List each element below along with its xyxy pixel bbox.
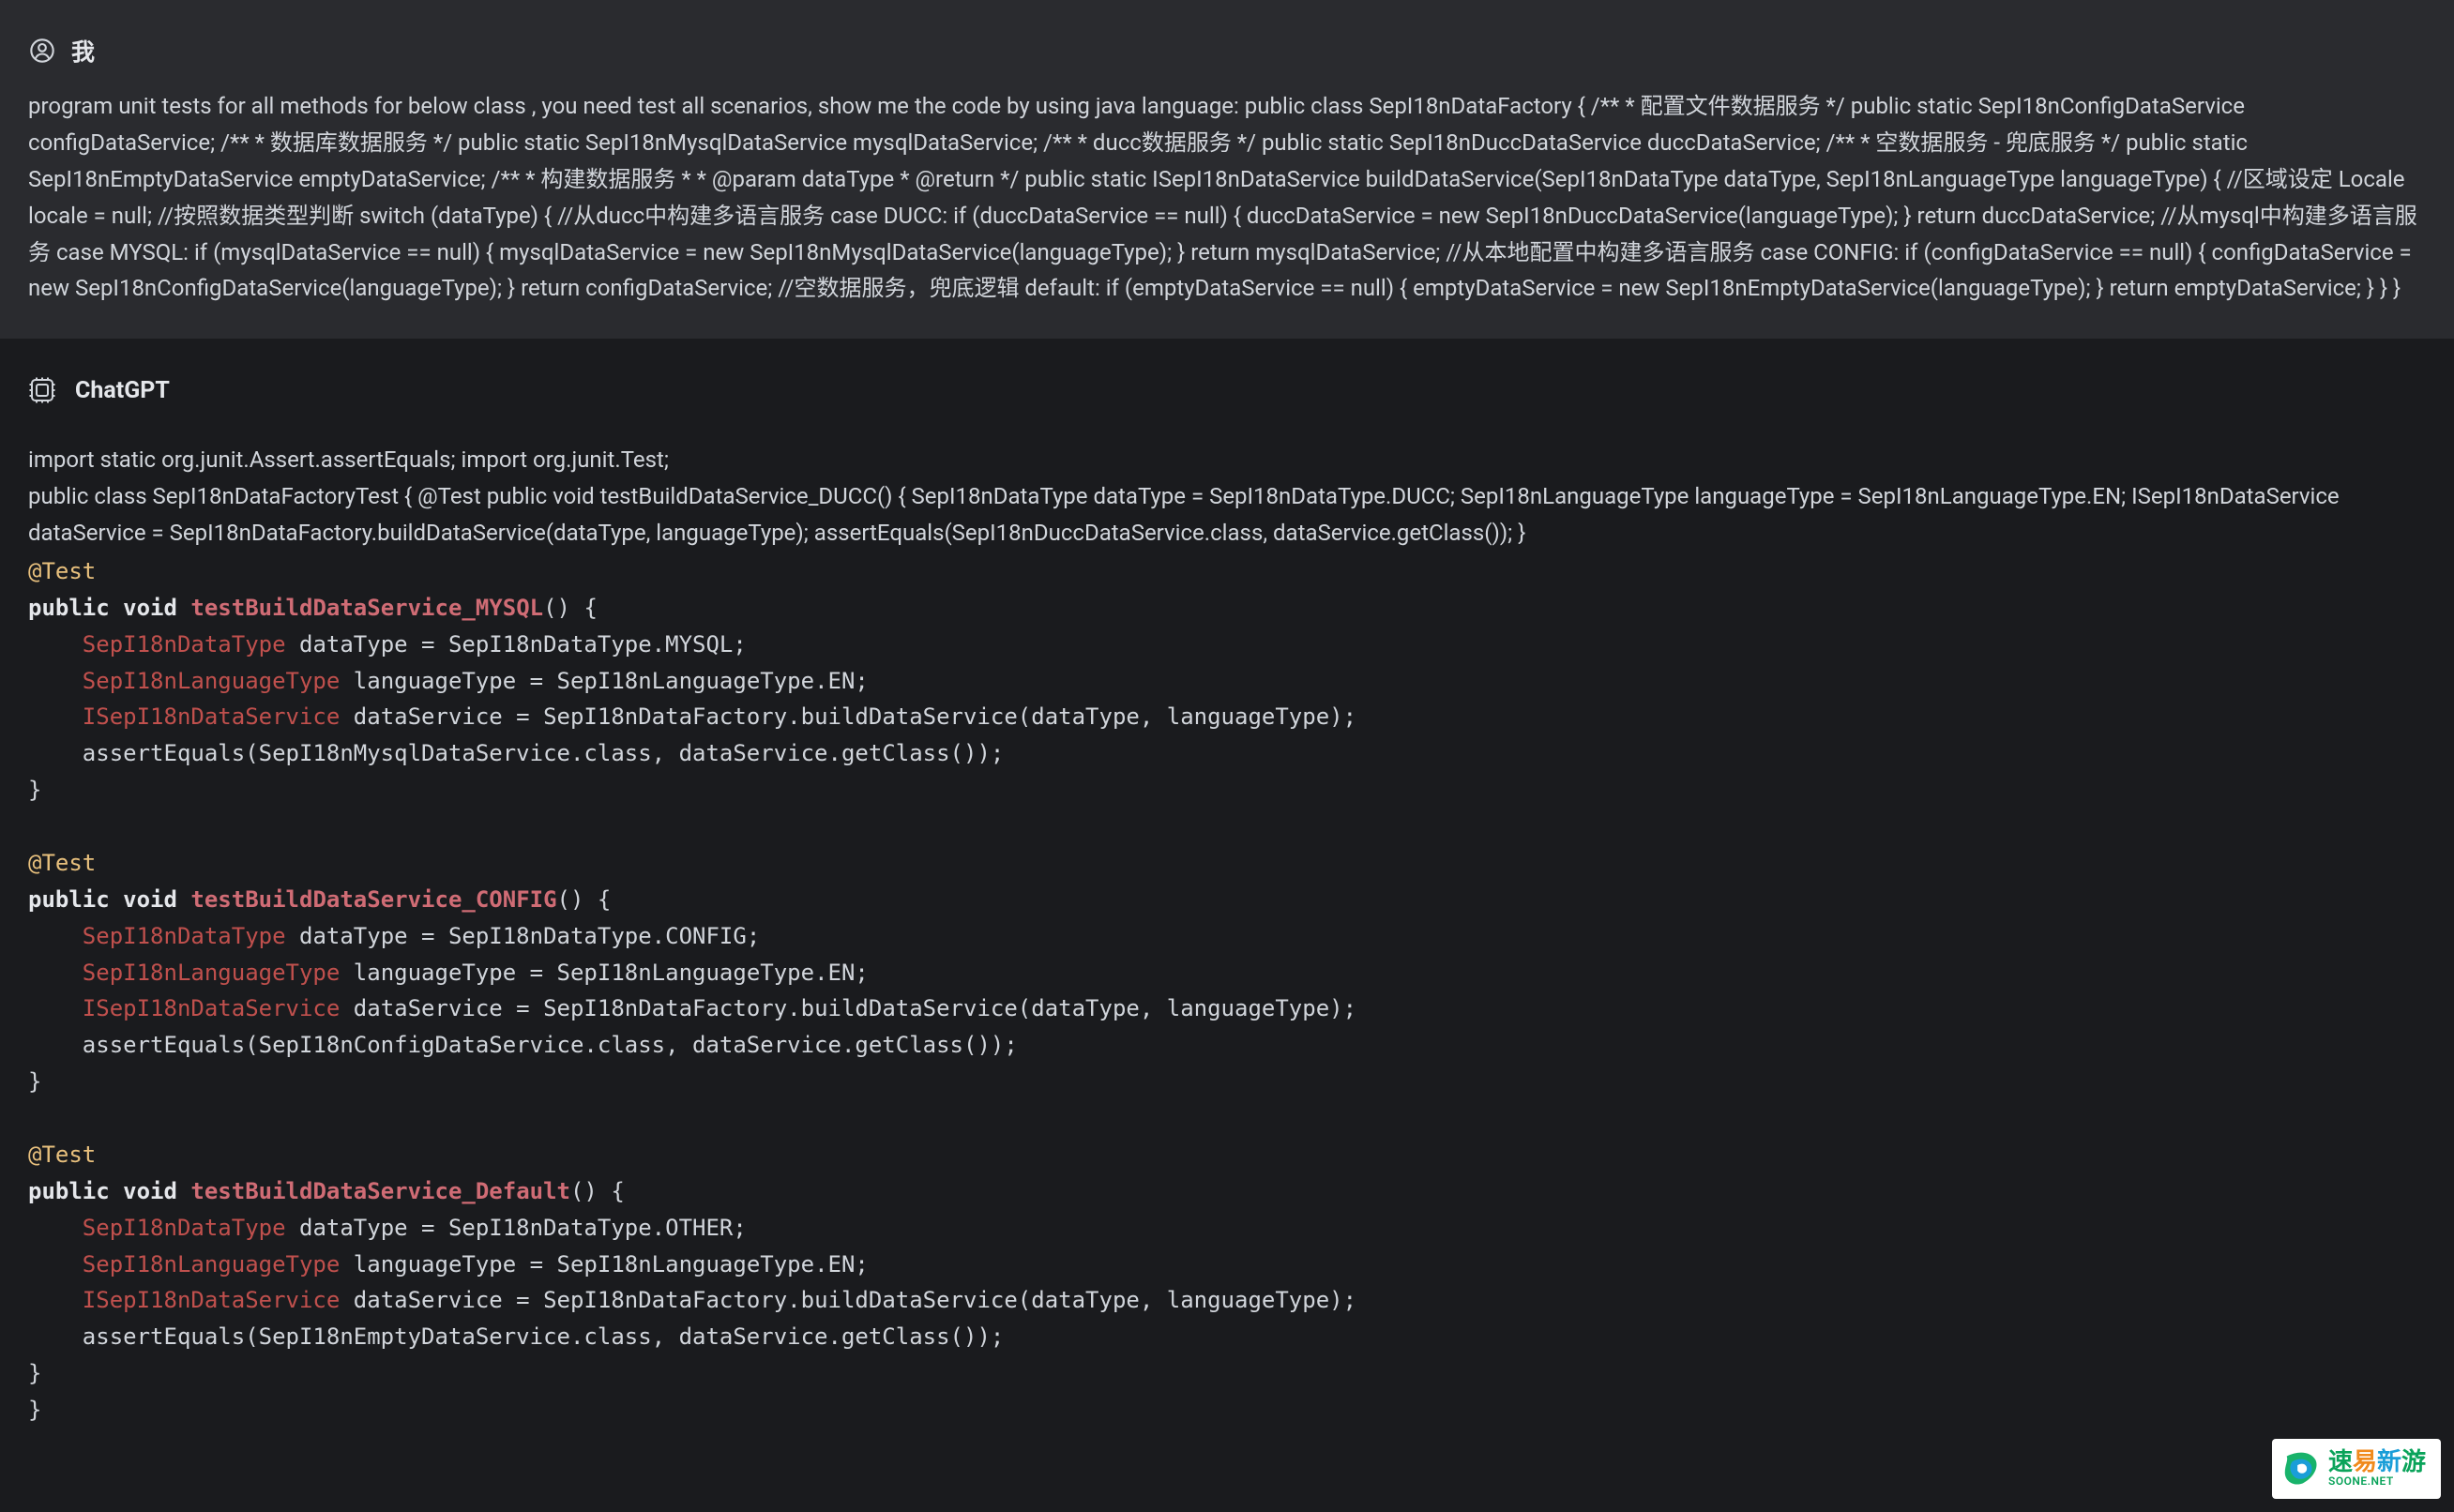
code-text: assertEquals(SepI18nEmptyDataService.cla… [28,1323,1004,1350]
code-text: assertEquals(SepI18nConfigDataService.cl… [28,1032,1018,1058]
user-message-text[interactable]: program unit tests for all methods for b… [28,88,2426,307]
watermark-subtext: SOONE.NET [2328,1475,2426,1488]
code-keyword: void [123,886,177,913]
code-text: } [28,1068,41,1095]
code-type: ISepI18nDataService [83,995,341,1021]
code-fn-name: testBuildDataService_Default [190,1178,570,1204]
code-text: languageType = SepI18nLanguageType.EN; [340,668,869,694]
code-keyword: void [123,1178,177,1204]
code-fn-name: testBuildDataService_MYSQL [190,595,543,621]
code-text: () { [557,886,612,913]
chatgpt-logo-icon [28,376,56,404]
code-text: dataService = SepI18nDataFactory.buildDa… [340,995,1356,1021]
code-text: dataType = SepI18nDataType.CONFIG; [286,923,761,949]
assistant-label: ChatGPT [75,377,170,404]
code-type: SepI18nLanguageType [83,668,341,694]
assistant-prose-line-2[interactable]: public class SepI18nDataFactoryTest { @T… [28,478,2426,552]
watermark-char: 易 [2353,1448,2377,1476]
code-text: } [28,1360,41,1386]
code-type: ISepI18nDataService [83,1287,341,1313]
user-avatar-icon [28,37,56,65]
code-text: () { [570,1178,625,1204]
code-text: } [28,777,41,803]
code-type: SepI18nDataType [83,631,286,658]
code-text: languageType = SepI18nLanguageType.EN; [340,1251,869,1278]
watermark-char: 游 [2401,1448,2426,1476]
code-text: dataService = SepI18nDataFactory.buildDa… [340,1287,1356,1313]
watermark-char: 速 [2328,1448,2353,1476]
code-type: SepI18nDataType [83,923,286,949]
code-block-mysql[interactable]: @Test public void testBuildDataService_M… [28,553,2426,1429]
code-type: SepI18nDataType [83,1215,286,1241]
code-annotation: @Test [28,850,96,876]
code-annotation: @Test [28,558,96,584]
assistant-message-block: ChatGPT import static org.junit.Assert.a… [0,339,2454,1447]
watermark-logo-icon [2280,1447,2323,1490]
watermark-text: 速易新游 SOONE.NET [2328,1450,2426,1488]
user-label: 我 [71,34,95,68]
code-text: languageType = SepI18nLanguageType.EN; [340,960,869,986]
code-text: assertEquals(SepI18nMysqlDataService.cla… [28,740,1004,766]
code-keyword: public [28,886,110,913]
code-text: dataType = SepI18nDataType.OTHER; [286,1215,747,1241]
code-keyword: void [123,595,177,621]
code-text: } [28,1397,41,1423]
code-fn-name: testBuildDataService_CONFIG [190,886,556,913]
code-text: () { [543,595,598,621]
code-annotation: @Test [28,1142,96,1168]
watermark-char: 新 [2377,1448,2401,1476]
code-type: SepI18nLanguageType [83,960,341,986]
code-type: ISepI18nDataService [83,703,341,730]
code-text: dataService = SepI18nDataFactory.buildDa… [340,703,1356,730]
assistant-header: ChatGPT [28,376,2426,404]
watermark-badge: 速易新游 SOONE.NET [2272,1439,2441,1499]
code-keyword: public [28,595,110,621]
assistant-prose-line-1[interactable]: import static org.junit.Assert.assertEqu… [28,442,2426,478]
user-header: 我 [28,34,2426,68]
code-type: SepI18nLanguageType [83,1251,341,1278]
code-text: dataType = SepI18nDataType.MYSQL; [286,631,747,658]
code-keyword: public [28,1178,110,1204]
user-message-block: 我 program unit tests for all methods for… [0,0,2454,339]
